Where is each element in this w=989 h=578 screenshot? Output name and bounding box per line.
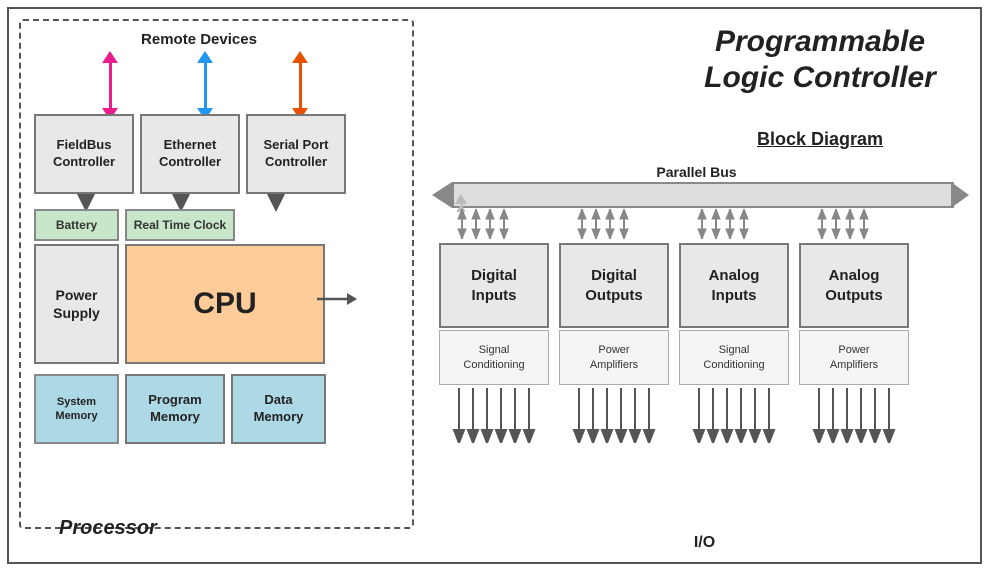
program-memory-box: ProgramMemory: [125, 374, 225, 444]
block-diagram-label: Block Diagram: [680, 129, 960, 150]
parallel-bus-label: Parallel Bus: [424, 164, 969, 180]
cpu-right-arrow: [317, 289, 357, 309]
analog-outputs-sub: PowerAmplifiers: [799, 330, 909, 385]
ai-bottom-arrows: [689, 388, 779, 443]
analog-inputs-box: AnalogInputs: [679, 243, 789, 328]
fieldbus-controller: FieldBusController: [34, 114, 134, 194]
diagram-container: Remote Devices: [7, 7, 982, 564]
ps-cpu-row: PowerSupply CPU: [34, 244, 325, 364]
plc-title: Programmable Logic Controller: [680, 24, 960, 96]
di-top-arrows: [454, 209, 534, 239]
ai-top-arrows: [694, 209, 774, 239]
di-bottom-arrows: [449, 388, 539, 443]
rtc-box: Real Time Clock: [125, 209, 235, 241]
arrow-orange: [292, 51, 308, 120]
controllers-row: FieldBusController EthernetController Se…: [34, 114, 346, 194]
arrow-blue: [197, 51, 213, 120]
digital-outputs-box: DigitalOutputs: [559, 243, 669, 328]
processor-label: Processor: [59, 517, 157, 540]
io-modules-row: DigitalInputs SignalConditioning: [439, 209, 909, 443]
cpu-box: CPU: [125, 244, 325, 364]
system-memory-box: SystemMemory: [34, 374, 119, 444]
do-top-arrows: [574, 209, 654, 239]
ao-bottom-arrows: [809, 388, 899, 443]
digital-inputs-module: DigitalInputs SignalConditioning: [439, 209, 549, 443]
battery-rtc-row: Battery Real Time Clock: [34, 209, 235, 241]
left-panel: Remote Devices: [9, 9, 429, 562]
battery-box: Battery: [34, 209, 119, 241]
arrow-ctrl-right: [267, 194, 285, 212]
memory-row: SystemMemory ProgramMemory DataMemory: [34, 374, 326, 444]
ao-top-arrows: [814, 209, 894, 239]
remote-devices-label: Remote Devices: [89, 31, 309, 48]
analog-inputs-module: AnalogInputs SignalConditioning: [679, 209, 789, 443]
analog-outputs-module: AnalogOutputs PowerAmplifiers: [799, 209, 909, 443]
digital-outputs-module: DigitalOutputs PowerAmplifiers: [559, 209, 669, 443]
ethernet-controller: EthernetController: [140, 114, 240, 194]
arrow-pink: [102, 51, 118, 120]
digital-outputs-sub: PowerAmplifiers: [559, 330, 669, 385]
data-memory-box: DataMemory: [231, 374, 326, 444]
digital-inputs-box: DigitalInputs: [439, 243, 549, 328]
do-bottom-arrows: [569, 388, 659, 443]
io-label: I/O: [694, 534, 715, 552]
right-panel: Programmable Logic Controller Block Diag…: [429, 9, 980, 562]
power-supply-box: PowerSupply: [34, 244, 119, 364]
analog-outputs-box: AnalogOutputs: [799, 243, 909, 328]
serial-port-controller: Serial PortController: [246, 114, 346, 194]
analog-inputs-sub: SignalConditioning: [679, 330, 789, 385]
digital-inputs-sub: SignalConditioning: [439, 330, 549, 385]
